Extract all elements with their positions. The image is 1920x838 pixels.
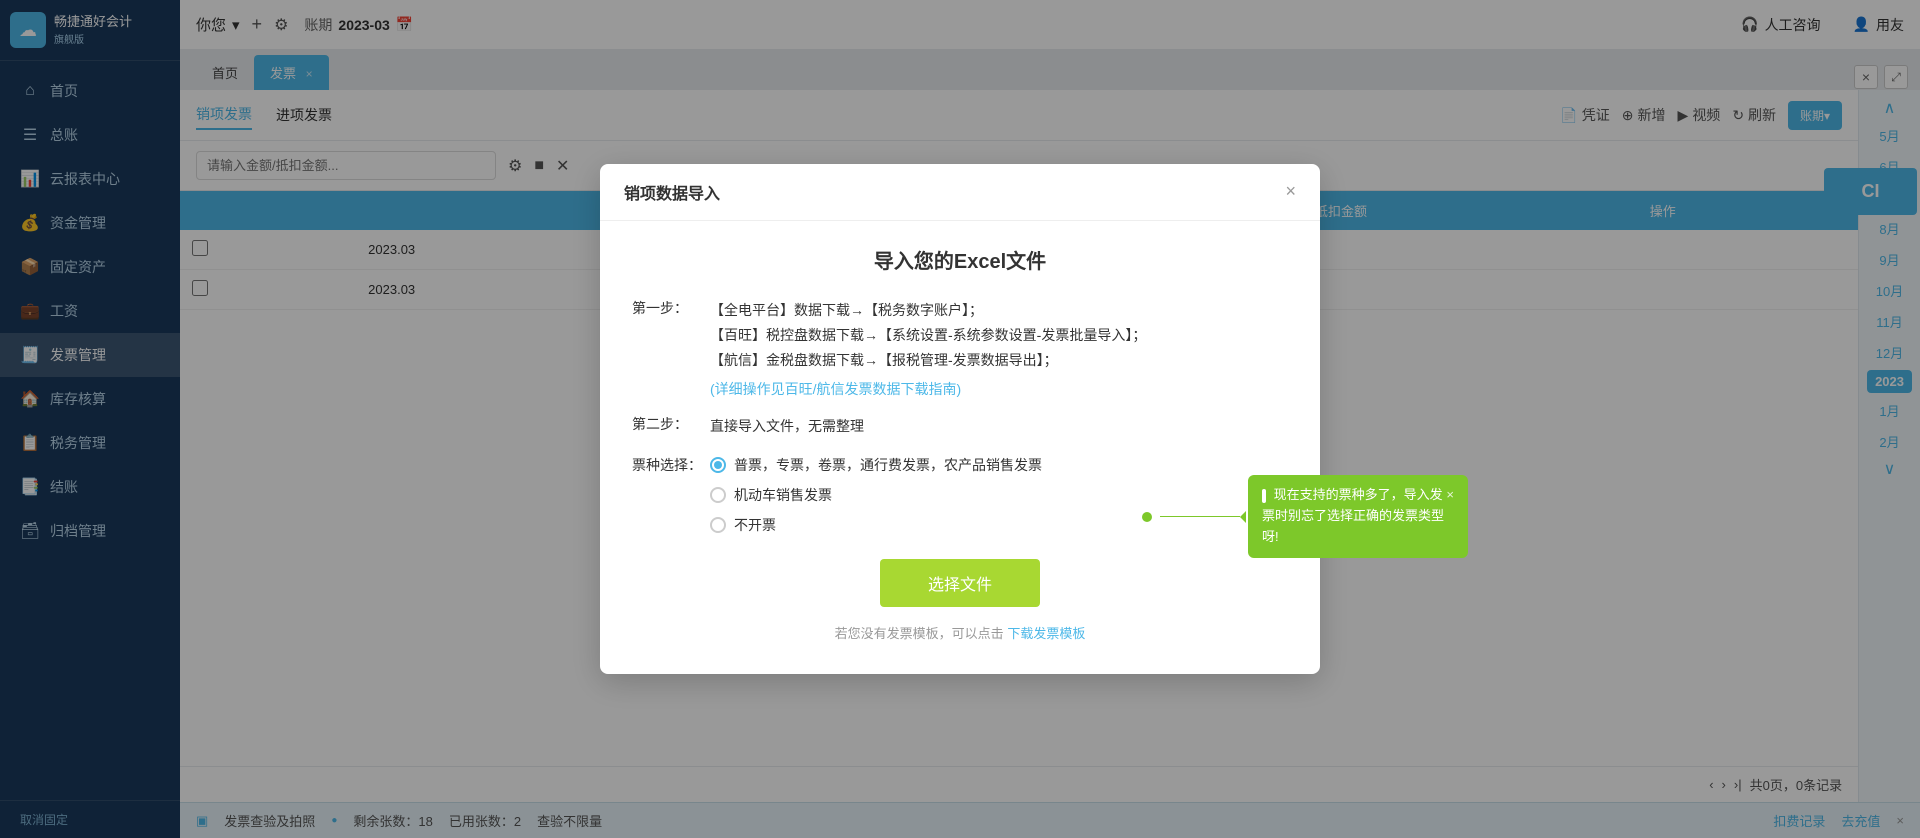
download-template-link[interactable]: 下载发票模板 bbox=[1007, 626, 1085, 641]
step1-line1: 【全电平台】数据下载→【税务数字账户】； bbox=[710, 298, 1146, 323]
ticket-options: 普票，专票，卷票，通行费发票，农产品销售发票 机动车销售发票 不开票 bbox=[710, 455, 1042, 535]
radio-general-label: 普票，专票，卷票，通行费发票，农产品销售发票 bbox=[734, 455, 1042, 475]
step2-row: 第二步： 直接导入文件，无需整理 bbox=[632, 414, 1288, 439]
select-file-btn[interactable]: 选择文件 bbox=[880, 559, 1040, 607]
modal-title: 销项数据导入 bbox=[624, 180, 720, 204]
radio-general-dot bbox=[710, 457, 726, 473]
tooltip-icon bbox=[1262, 489, 1266, 503]
step2-label: 第二步： bbox=[632, 414, 702, 439]
radio-none-dot bbox=[710, 517, 726, 533]
tooltip-line bbox=[1160, 516, 1240, 517]
step1-content: 【全电平台】数据下载→【税务数字账户】； 【百旺】税控盘数据下载→【系统设置-系… bbox=[710, 298, 1146, 403]
modal-close-btn[interactable]: × bbox=[1285, 181, 1296, 202]
ticket-select-row: 票种选择： 普票，专票，卷票，通行费发票，农产品销售发票 机动车销售发票 不开票 bbox=[632, 455, 1288, 535]
tooltip-close-btn[interactable]: × bbox=[1446, 485, 1454, 506]
tooltip-text: 现在支持的票种多了，导入发票时别忘了选择正确的发票类型呀! bbox=[1262, 487, 1444, 544]
step1-label: 第一步： bbox=[632, 298, 702, 403]
step2-content: 直接导入文件，无需整理 bbox=[710, 414, 864, 439]
step1-row: 第一步： 【全电平台】数据下载→【税务数字账户】； 【百旺】税控盘数据下载→【系… bbox=[632, 298, 1288, 403]
modal-overlay: 销项数据导入 × 导入您的Excel文件 第一步： 【全电平台】数据下载→【税务… bbox=[0, 0, 1920, 838]
step1-line2: 【百旺】税控盘数据下载→【系统设置-系统参数设置-发票批量导入】； bbox=[710, 323, 1146, 348]
modal-main-title: 导入您的Excel文件 bbox=[632, 245, 1288, 274]
footer-text: 若您没有发票模板，可以点击 bbox=[835, 626, 1004, 641]
tooltip-dot bbox=[1142, 512, 1152, 522]
radio-none[interactable]: 不开票 bbox=[710, 515, 1042, 535]
modal-footer: 若您没有发票模板，可以点击 下载发票模板 bbox=[632, 623, 1288, 642]
import-modal: 销项数据导入 × 导入您的Excel文件 第一步： 【全电平台】数据下载→【税务… bbox=[600, 164, 1320, 675]
modal-header: 销项数据导入 × bbox=[600, 164, 1320, 221]
radio-motor[interactable]: 机动车销售发票 bbox=[710, 485, 1042, 505]
step1-guide-link[interactable]: (详细操作见百旺/航信发票数据下载指南) bbox=[710, 381, 961, 397]
tooltip-bubble: × 现在支持的票种多了，导入发票时别忘了选择正确的发票类型呀! bbox=[1248, 475, 1468, 557]
radio-none-label: 不开票 bbox=[734, 515, 776, 535]
radio-motor-dot bbox=[710, 487, 726, 503]
ticket-label: 票种选择： bbox=[632, 455, 702, 475]
modal-body: 导入您的Excel文件 第一步： 【全电平台】数据下载→【税务数字账户】； 【百… bbox=[600, 221, 1320, 675]
step1-line3: 【航信】金税盘数据下载→【报税管理-发票数据导出】； bbox=[710, 348, 1146, 373]
radio-general[interactable]: 普票，专票，卷票，通行费发票，农产品销售发票 bbox=[710, 455, 1042, 475]
tooltip-container: × 现在支持的票种多了，导入发票时别忘了选择正确的发票类型呀! bbox=[1142, 475, 1468, 557]
radio-motor-label: 机动车销售发票 bbox=[734, 485, 832, 505]
